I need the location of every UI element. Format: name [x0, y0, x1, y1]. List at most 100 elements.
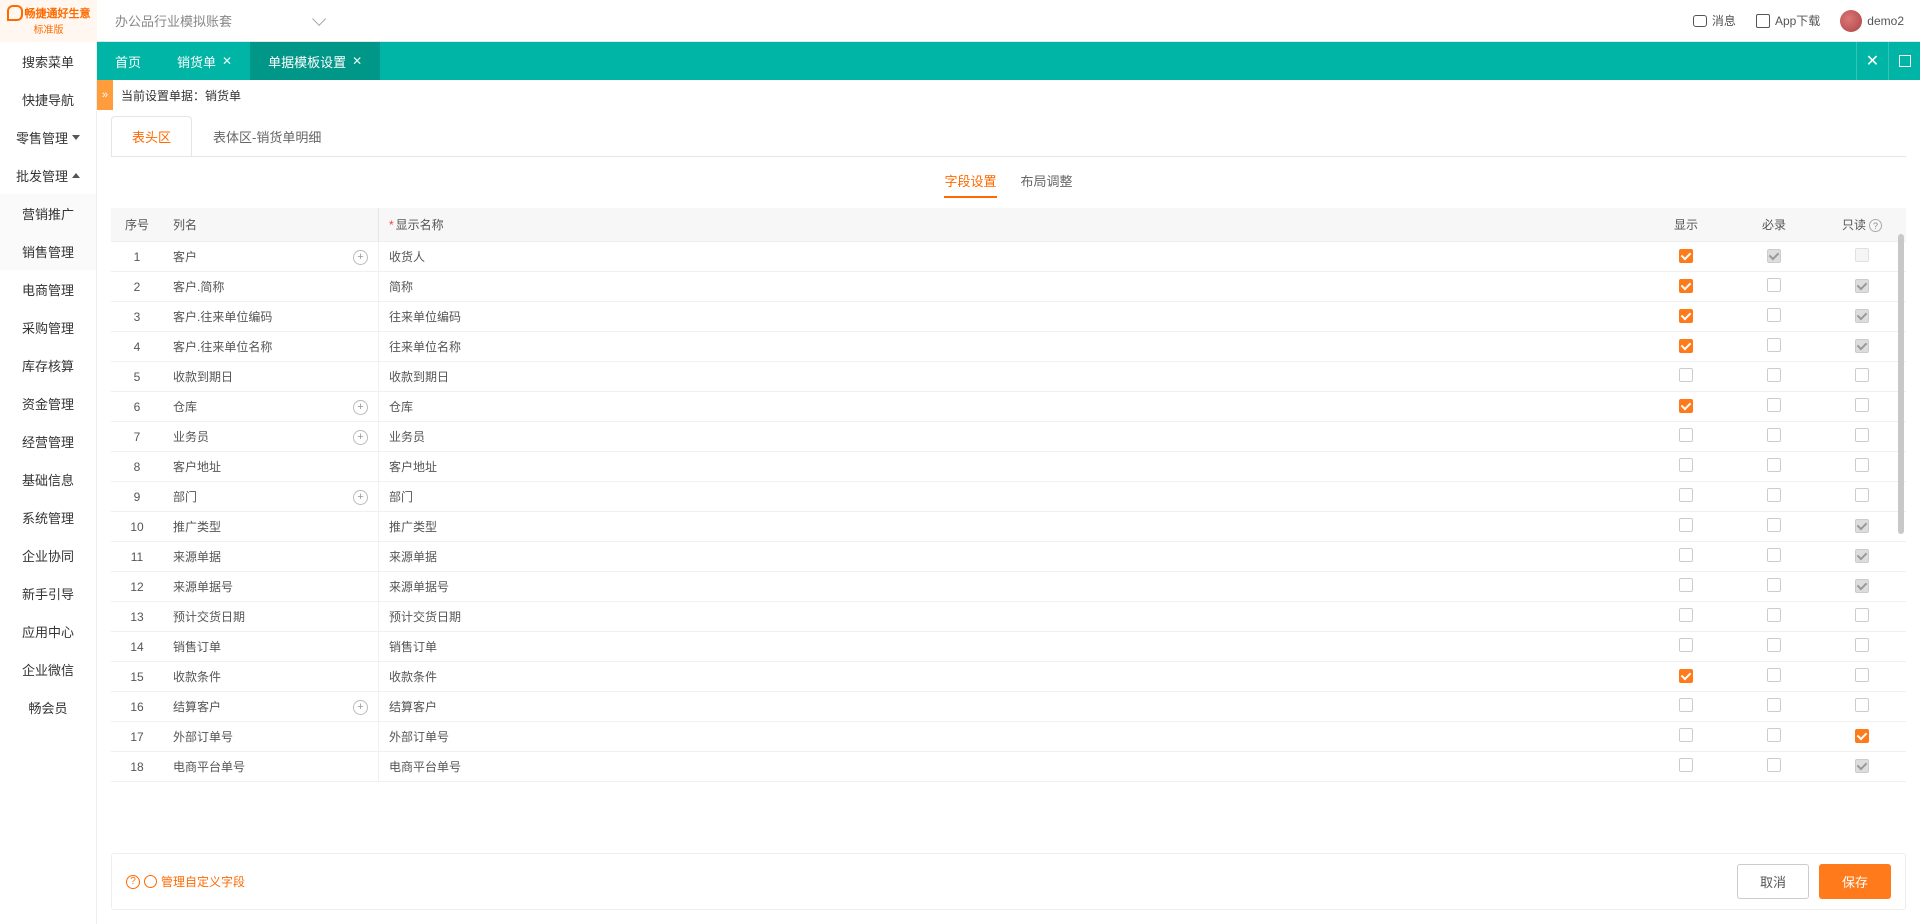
cell-expand[interactable]: +	[343, 242, 379, 272]
checkbox[interactable]	[1767, 488, 1781, 502]
checkbox[interactable]	[1855, 729, 1869, 743]
checkbox[interactable]	[1767, 668, 1781, 682]
sub-tab[interactable]: 字段设置	[944, 171, 996, 198]
sidebar-item[interactable]: 经营管理	[0, 422, 96, 460]
section-tab[interactable]: 表头区	[111, 116, 192, 157]
checkbox[interactable]	[1679, 728, 1693, 742]
sidebar-item[interactable]: 零售管理	[0, 118, 96, 156]
sidebar-item[interactable]: 新手引导	[0, 574, 96, 612]
checkbox[interactable]	[1767, 278, 1781, 292]
checkbox[interactable]	[1679, 578, 1693, 592]
checkbox[interactable]	[1679, 608, 1693, 622]
cancel-button[interactable]: 取消	[1737, 864, 1809, 899]
checkbox[interactable]	[1679, 669, 1693, 683]
checkbox[interactable]	[1679, 488, 1693, 502]
checkbox[interactable]	[1855, 368, 1869, 382]
messages-button[interactable]: 消息	[1693, 12, 1736, 29]
checkbox[interactable]	[1767, 578, 1781, 592]
help-icon[interactable]: ?	[1869, 219, 1882, 232]
checkbox[interactable]	[1679, 638, 1693, 652]
sidebar-item[interactable]: 库存核算	[0, 346, 96, 384]
cell-display-name[interactable]: 客户地址	[379, 452, 1643, 482]
user-menu[interactable]: demo2	[1840, 10, 1904, 32]
checkbox[interactable]	[1855, 608, 1869, 622]
cell-display-name[interactable]: 来源单据	[379, 542, 1643, 572]
sidebar-item[interactable]: 搜索菜单	[0, 42, 96, 80]
section-tab[interactable]: 表体区-销货单明细	[192, 116, 342, 157]
cell-display-name[interactable]: 部门	[379, 482, 1643, 512]
sidebar-item[interactable]: 快捷导航	[0, 80, 96, 118]
cell-expand[interactable]: +	[343, 422, 379, 452]
checkbox[interactable]	[1767, 428, 1781, 442]
sidebar-item[interactable]: 基础信息	[0, 460, 96, 498]
checkbox[interactable]	[1679, 309, 1693, 323]
tab[interactable]: 销货单✕	[159, 42, 250, 80]
tab[interactable]: 单据模板设置✕	[250, 42, 380, 80]
checkbox[interactable]	[1679, 758, 1693, 772]
close-all-tabs-button[interactable]: ✕	[1856, 42, 1888, 80]
checkbox[interactable]	[1767, 608, 1781, 622]
checkbox[interactable]	[1767, 728, 1781, 742]
sidebar-item[interactable]: 应用中心	[0, 612, 96, 650]
checkbox[interactable]	[1767, 338, 1781, 352]
cell-display-name[interactable]: 简称	[379, 272, 1643, 302]
checkbox[interactable]	[1679, 279, 1693, 293]
checkbox[interactable]	[1767, 548, 1781, 562]
cell-display-name[interactable]: 仓库	[379, 392, 1643, 422]
cell-display-name[interactable]: 电商平台单号	[379, 752, 1643, 782]
scrollbar-thumb[interactable]	[1898, 234, 1904, 534]
app-download-button[interactable]: App下载	[1756, 12, 1820, 29]
checkbox[interactable]	[1855, 698, 1869, 712]
sidebar-item[interactable]: 企业微信	[0, 650, 96, 688]
checkbox[interactable]	[1767, 638, 1781, 652]
checkbox[interactable]	[1767, 398, 1781, 412]
checkbox[interactable]	[1767, 458, 1781, 472]
checkbox[interactable]	[1679, 339, 1693, 353]
checkbox[interactable]	[1679, 518, 1693, 532]
sidebar-item[interactable]: 资金管理	[0, 384, 96, 422]
cell-display-name[interactable]: 预计交货日期	[379, 602, 1643, 632]
sidebar-item[interactable]: 电商管理	[0, 270, 96, 308]
checkbox[interactable]	[1855, 668, 1869, 682]
checkbox[interactable]	[1855, 428, 1869, 442]
checkbox[interactable]	[1767, 518, 1781, 532]
tab-close-icon[interactable]: ✕	[222, 54, 232, 68]
checkbox[interactable]	[1679, 458, 1693, 472]
checkbox[interactable]	[1767, 758, 1781, 772]
sidebar-item[interactable]: 采购管理	[0, 308, 96, 346]
checkbox[interactable]	[1855, 458, 1869, 472]
sidebar-item[interactable]: 畅会员	[0, 688, 96, 726]
cell-display-name[interactable]: 结算客户	[379, 692, 1643, 722]
manage-custom-fields-link[interactable]: ? 管理自定义字段	[126, 873, 245, 890]
cell-display-name[interactable]: 业务员	[379, 422, 1643, 452]
cell-display-name[interactable]: 往来单位编码	[379, 302, 1643, 332]
tab-close-icon[interactable]: ✕	[352, 54, 362, 68]
checkbox[interactable]	[1855, 488, 1869, 502]
checkbox[interactable]	[1679, 249, 1693, 263]
checkbox[interactable]	[1855, 398, 1869, 412]
checkbox[interactable]	[1679, 368, 1693, 382]
account-selector[interactable]: 办公品行业模拟账套	[115, 11, 322, 30]
cell-expand[interactable]: +	[343, 392, 379, 422]
cell-expand[interactable]: +	[343, 692, 379, 722]
checkbox[interactable]	[1679, 548, 1693, 562]
fullscreen-button[interactable]	[1888, 42, 1920, 80]
cell-display-name[interactable]: 推广类型	[379, 512, 1643, 542]
cell-display-name[interactable]: 收款到期日	[379, 362, 1643, 392]
checkbox[interactable]	[1679, 428, 1693, 442]
collapse-handle[interactable]: »	[97, 80, 113, 110]
cell-display-name[interactable]: 来源单据号	[379, 572, 1643, 602]
cell-expand[interactable]: +	[343, 482, 379, 512]
cell-display-name[interactable]: 往来单位名称	[379, 332, 1643, 362]
checkbox[interactable]	[1767, 308, 1781, 322]
checkbox[interactable]	[1679, 698, 1693, 712]
sidebar-subitem[interactable]: 营销推广	[0, 194, 96, 232]
tab[interactable]: 首页	[97, 42, 159, 80]
sidebar-item[interactable]: 系统管理	[0, 498, 96, 536]
save-button[interactable]: 保存	[1819, 864, 1891, 899]
cell-display-name[interactable]: 收货人	[379, 242, 1643, 272]
sidebar-subitem[interactable]: 销售管理	[0, 232, 96, 270]
cell-display-name[interactable]: 销售订单	[379, 632, 1643, 662]
sidebar-item[interactable]: 企业协同	[0, 536, 96, 574]
cell-display-name[interactable]: 外部订单号	[379, 722, 1643, 752]
